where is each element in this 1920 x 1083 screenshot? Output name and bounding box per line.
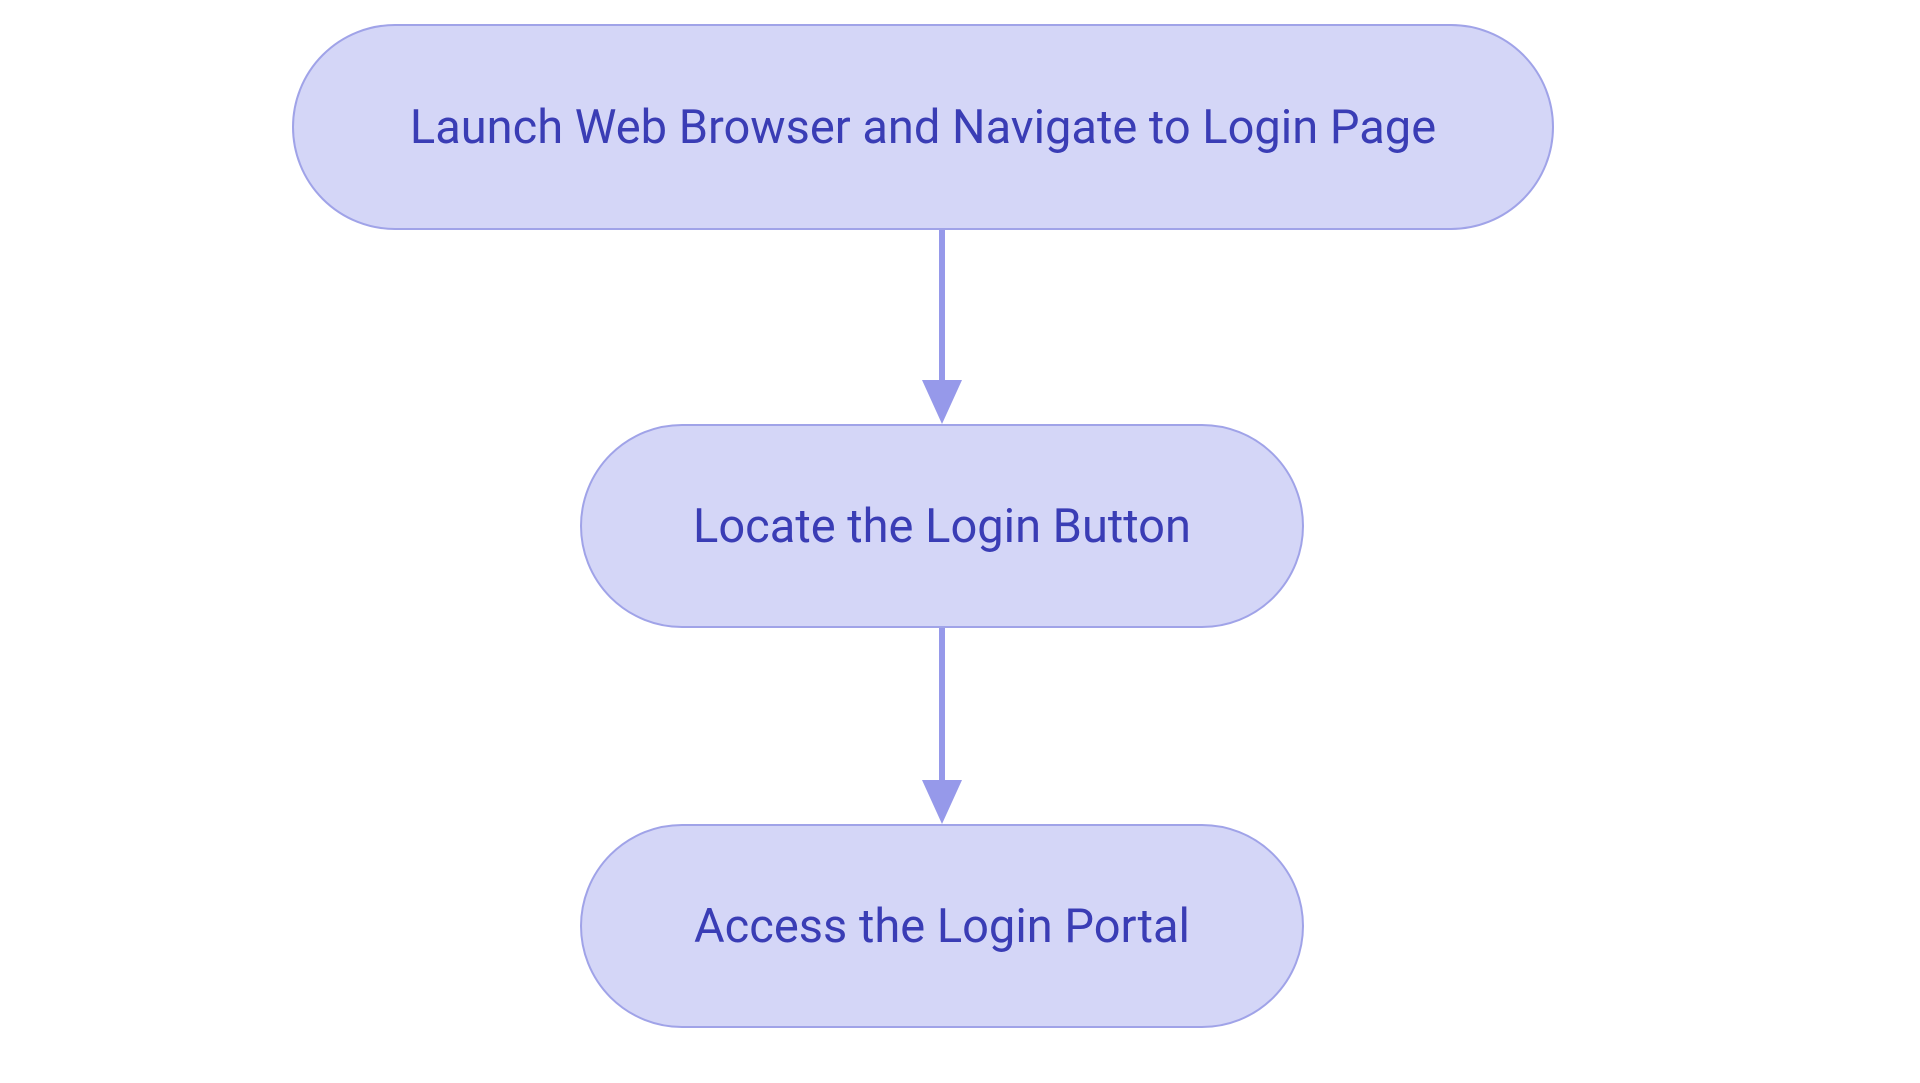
flow-node-label: Access the Login Portal [694,899,1190,954]
flow-node-access-portal: Access the Login Portal [580,824,1304,1028]
flow-node-locate-login: Locate the Login Button [580,424,1304,628]
flow-node-label: Launch Web Browser and Navigate to Login… [410,100,1436,155]
flow-node-label: Locate the Login Button [693,499,1191,554]
arrow-icon [900,628,984,826]
arrow-icon [900,230,984,426]
flow-node-launch-browser: Launch Web Browser and Navigate to Login… [292,24,1554,230]
